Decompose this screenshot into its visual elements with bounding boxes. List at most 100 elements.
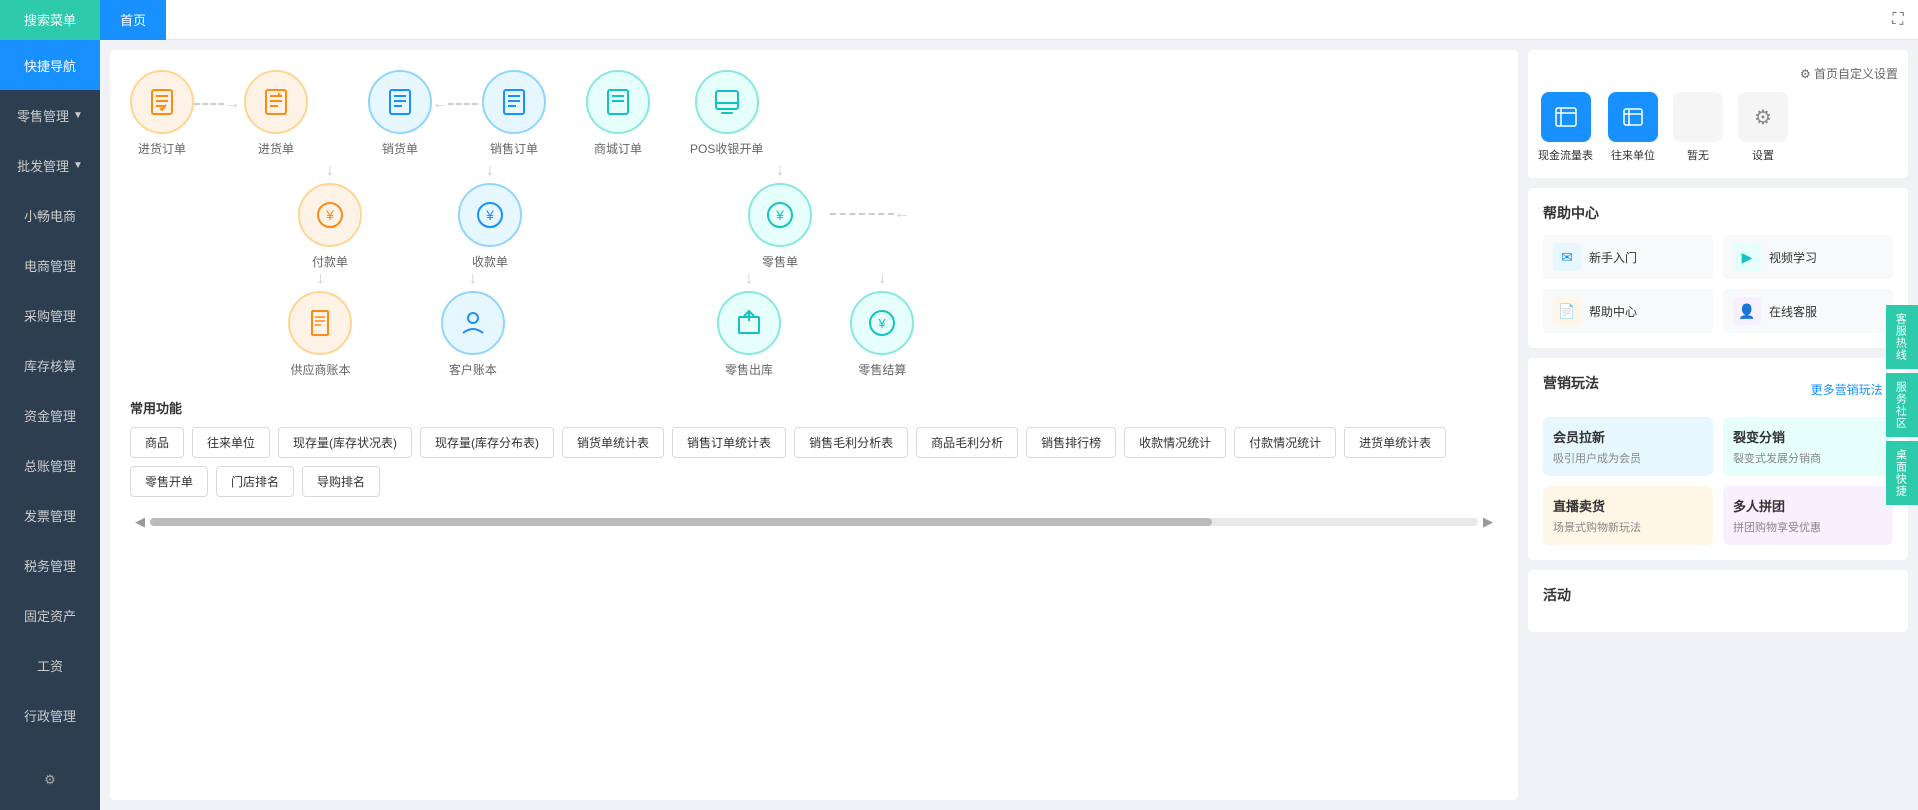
- supplier-book-icon[interactable]: [288, 291, 352, 355]
- func-btn-guide-rank[interactable]: 导购排名: [302, 466, 380, 497]
- quick-nav-cashflow[interactable]: 现金流量表: [1538, 92, 1593, 163]
- func-btn-sales-stat[interactable]: 销货单统计表: [562, 427, 664, 458]
- group-title: 多人拼团: [1733, 496, 1883, 515]
- live-title: 直播卖货: [1553, 496, 1703, 515]
- sidebar-item-inventory[interactable]: 库存核算: [0, 340, 100, 390]
- func-btn-receipt-stat[interactable]: 收款情况统计: [1124, 427, 1226, 458]
- sidebar-item-finance[interactable]: 资金管理: [0, 390, 100, 440]
- marketing-more-link[interactable]: 更多营销玩法 >: [1811, 381, 1893, 398]
- customize-settings-link[interactable]: ⚙ 首页自定义设置: [1538, 65, 1898, 82]
- node-sales[interactable]: 销货单: [368, 70, 432, 157]
- live-sub: 场景式购物新玩法: [1553, 519, 1703, 535]
- node-pos[interactable]: POS收银开单: [690, 70, 763, 157]
- sidebar-item-salary[interactable]: 工资: [0, 640, 100, 690]
- expand-icon[interactable]: ⛶: [1888, 10, 1908, 30]
- retail-settlement-label: 零售结算: [858, 361, 906, 378]
- retail-outbound-icon[interactable]: [717, 291, 781, 355]
- scroll-left-arrow[interactable]: ◀: [130, 512, 150, 532]
- help-item-service[interactable]: 👤 在线客服: [1723, 289, 1893, 333]
- quick-nav-partner[interactable]: 往来单位: [1608, 92, 1658, 163]
- home-tab[interactable]: 首页: [100, 0, 166, 40]
- top-right: ⛶: [1888, 10, 1918, 30]
- sidebar-gear-icon[interactable]: ⚙: [0, 760, 100, 800]
- partner-icon: [1608, 92, 1658, 142]
- quick-nav-icons: 现金流量表 往来单位 暂无 ⚙: [1538, 92, 1898, 163]
- marketing-item-fission[interactable]: 裂变分销 裂变式发展分销商: [1723, 417, 1893, 476]
- func-btn-sales-rank[interactable]: 销售排行榜: [1026, 427, 1116, 458]
- activity-title: 活动: [1543, 585, 1893, 605]
- fission-title: 裂变分销: [1733, 427, 1883, 446]
- quick-nav-settings[interactable]: ⚙ 设置: [1738, 92, 1788, 163]
- sidebar-item-quick-nav[interactable]: 快捷导航: [0, 40, 100, 90]
- func-btn-store-rank[interactable]: 门店排名: [216, 466, 294, 497]
- func-btn-purchase-stat[interactable]: 进货单统计表: [1344, 427, 1446, 458]
- help-item-help[interactable]: 📄 帮助中心: [1543, 289, 1713, 333]
- content-area: 进货订单 → 进货单: [100, 40, 1918, 810]
- float-btn-community[interactable]: 服务社区: [1886, 373, 1918, 437]
- marketing-section: 营销玩法 更多营销玩法 > 会员拉新 吸引用户成为会员 裂变分销 裂变式发展分销…: [1528, 358, 1908, 560]
- cashflow-label: 现金流量表: [1538, 147, 1593, 163]
- sidebar-item-fixed-assets[interactable]: 固定资产: [0, 590, 100, 640]
- video-label: 视频学习: [1769, 249, 1817, 266]
- func-btn-sales-margin[interactable]: 销售毛利分析表: [794, 427, 908, 458]
- sidebar-item-retail[interactable]: 零售管理 ▼: [0, 90, 100, 140]
- func-btn-sale-order-stat[interactable]: 销售订单统计表: [672, 427, 786, 458]
- none-icon: [1673, 92, 1723, 142]
- scroll-right-arrow[interactable]: ▶: [1478, 512, 1498, 532]
- func-btn-payment-stat[interactable]: 付款情况统计: [1234, 427, 1336, 458]
- help-item-video[interactable]: ▶ 视频学习: [1723, 235, 1893, 279]
- node-purchase-order[interactable]: 进货订单: [130, 70, 194, 157]
- sidebar-item-wholesale[interactable]: 批发管理 ▼: [0, 140, 100, 190]
- customer-book-label: 客户账本: [449, 361, 497, 378]
- sidebar-item-ecommerce-xc[interactable]: 小畅电商: [0, 190, 100, 240]
- none-label: 暂无: [1687, 147, 1709, 163]
- right-panel: ⚙ 首页自定义设置 现金流量表 往来单位: [1528, 50, 1908, 800]
- func-btn-product[interactable]: 商品: [130, 427, 184, 458]
- node-sale-order[interactable]: 销售订单: [482, 70, 546, 157]
- pos-icon: [695, 70, 759, 134]
- help-label: 帮助中心: [1589, 303, 1637, 320]
- sales-label: 销货单: [382, 140, 418, 157]
- retail-settlement-icon[interactable]: ¥: [850, 291, 914, 355]
- retail-order-icon[interactable]: ¥: [748, 183, 812, 247]
- customer-book-icon[interactable]: [441, 291, 505, 355]
- func-btn-retail[interactable]: 零售开单: [130, 466, 208, 497]
- node-mall-order[interactable]: 商城订单: [586, 70, 650, 157]
- scroll-thumb: [150, 518, 1212, 526]
- sidebar-item-ecommerce[interactable]: 电商管理: [0, 240, 100, 290]
- func-btn-product-margin[interactable]: 商品毛利分析: [916, 427, 1018, 458]
- marketing-item-live[interactable]: 直播卖货 场景式购物新玩法: [1543, 486, 1713, 545]
- float-btn-hotline[interactable]: 客服热线: [1886, 305, 1918, 369]
- purchase-label: 进货单: [258, 140, 294, 157]
- sidebar-item-tax[interactable]: 税务管理: [0, 540, 100, 590]
- help-item-beginner[interactable]: ✉ 新手入门: [1543, 235, 1713, 279]
- marketing-item-group[interactable]: 多人拼团 拼团购物享受优惠: [1723, 486, 1893, 545]
- help-center-section: 帮助中心 ✉ 新手入门 ▶ 视频学习 📄 帮助中心: [1528, 188, 1908, 348]
- float-buttons: 客服热线 服务社区 桌面快捷: [1886, 305, 1918, 505]
- content-split: 进货订单 → 进货单: [100, 40, 1918, 810]
- sidebar-item-invoice[interactable]: 发票管理: [0, 490, 100, 540]
- func-btn-stock2[interactable]: 现存量(库存分布表): [420, 427, 554, 458]
- func-btn-partner[interactable]: 往来单位: [192, 427, 270, 458]
- marketing-item-member[interactable]: 会员拉新 吸引用户成为会员: [1543, 417, 1713, 476]
- sidebar-item-admin[interactable]: 行政管理: [0, 690, 100, 740]
- pos-label: POS收银开单: [690, 140, 763, 157]
- beginner-icon: ✉: [1553, 243, 1581, 271]
- search-menu-button[interactable]: 搜索菜单: [0, 0, 100, 40]
- func-btn-stock1[interactable]: 现存量(库存状况表): [278, 427, 412, 458]
- payment-icon[interactable]: ¥: [298, 183, 362, 247]
- sale-order-icon: [482, 70, 546, 134]
- help-grid: ✉ 新手入门 ▶ 视频学习 📄 帮助中心 👤: [1543, 235, 1893, 333]
- receipt-icon[interactable]: ¥: [458, 183, 522, 247]
- float-btn-desktop[interactable]: 桌面快捷: [1886, 441, 1918, 505]
- node-purchase[interactable]: 进货单: [244, 70, 308, 157]
- sidebar-item-ledger[interactable]: 总账管理: [0, 440, 100, 490]
- workflow-container: 进货订单 → 进货单: [130, 70, 930, 378]
- sidebar-item-purchase[interactable]: 采购管理: [0, 290, 100, 340]
- main-layout: 快捷导航 零售管理 ▼ 批发管理 ▼ 小畅电商 电商管理 采购管理 库存核算 资…: [0, 40, 1918, 810]
- mall-order-icon: [586, 70, 650, 134]
- scroll-track[interactable]: [150, 518, 1478, 526]
- sales-icon: [368, 70, 432, 134]
- retail-outbound-label: 零售出库: [725, 361, 773, 378]
- activity-section: 活动: [1528, 570, 1908, 632]
